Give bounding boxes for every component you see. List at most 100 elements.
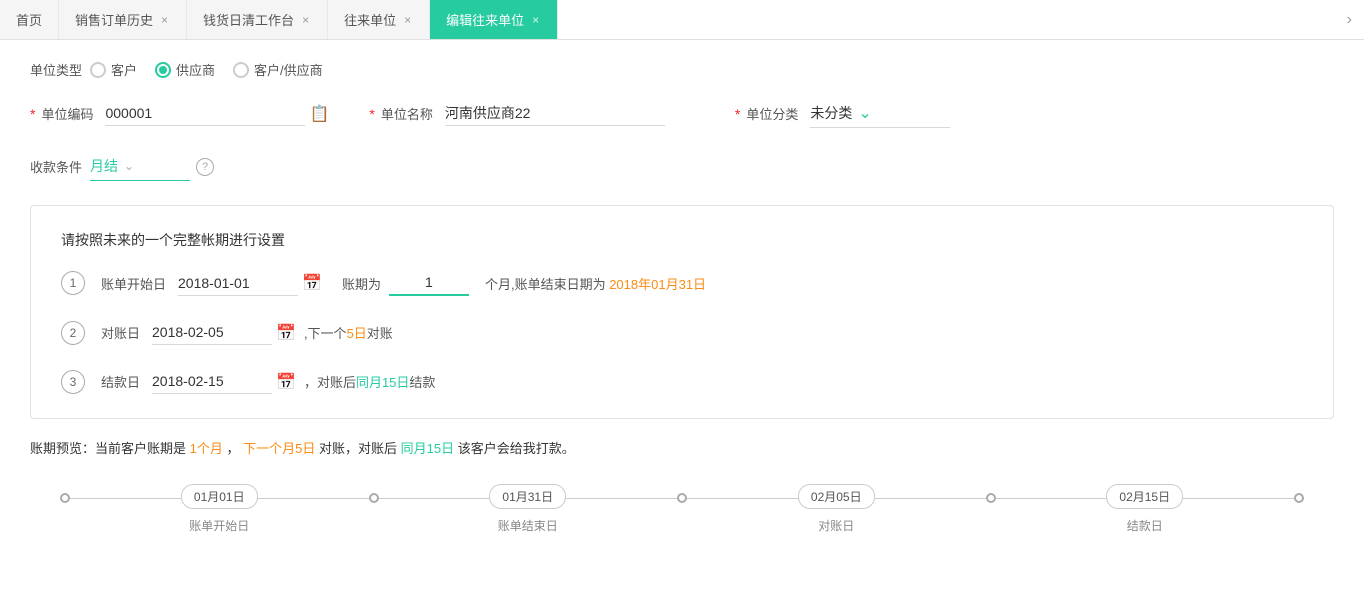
unit-type-radio-group: 客户 供应商 客户/供应商: [90, 60, 323, 79]
tab-close-icon[interactable]: ×: [300, 13, 311, 27]
timeline-segment-2: 01月31日 账单结束日: [379, 484, 678, 534]
period-num-2: 2: [61, 321, 85, 345]
tab-edit-partner[interactable]: 编辑往来单位 ×: [430, 0, 558, 40]
timeline-dot-4: [986, 493, 996, 503]
period-num-3: 3: [61, 370, 85, 394]
period-row-2: 2 对账日 📅 ,下一个5日对账: [61, 320, 1303, 345]
tab-home-label: 首页: [16, 10, 42, 29]
radio-circle-both: [233, 62, 249, 78]
timeline-container: 01月01日 账单开始日 01月31日 账单结束日: [30, 484, 1334, 534]
timeline-badge-2: 01月31日: [489, 484, 566, 509]
copy-icon[interactable]: 📋: [309, 104, 329, 124]
unit-code-input[interactable]: [105, 101, 305, 126]
period-month-input[interactable]: [389, 270, 469, 296]
unit-category-label: 单位分类: [746, 104, 798, 123]
payment-value: 月结: [90, 156, 118, 176]
period-num-1: 1: [61, 271, 85, 295]
required-mark: *: [30, 106, 35, 122]
tab-home[interactable]: 首页: [0, 0, 59, 40]
timeline-segment-4: 02月15日 结款日: [996, 484, 1295, 534]
unit-type-row: 单位类型 客户 供应商 客户/供应商: [30, 60, 1334, 79]
period-date-input-1[interactable]: [178, 271, 298, 296]
period-field-label-1: 账单开始日: [101, 274, 166, 293]
timeline-dot-1: [60, 493, 70, 503]
timeline-node-4: [986, 484, 996, 503]
period-date-input-2[interactable]: [152, 320, 272, 345]
radio-dot: [159, 66, 167, 74]
tab-close-icon[interactable]: ×: [402, 13, 413, 27]
timeline-segment-3: 02月05日 对账日: [687, 484, 986, 534]
unit-name-label: 单位名称: [381, 104, 433, 123]
timeline-dot-2: [369, 493, 379, 503]
timeline-label-3: 对账日: [818, 517, 854, 534]
dropdown-arrow-icon: ⌄: [858, 103, 871, 123]
radio-both[interactable]: 客户/供应商: [233, 60, 323, 79]
unit-category-group: * 单位分类 未分类 ⌄: [735, 99, 950, 128]
timeline-badge-1: 01月01日: [181, 484, 258, 509]
tab-cash-work[interactable]: 钱货日清工作台 ×: [187, 0, 328, 40]
unit-name-group: * 单位名称: [369, 101, 664, 126]
required-mark: *: [735, 106, 740, 122]
payment-select[interactable]: 月结 ⌄: [90, 152, 190, 181]
preview-text: 账期预览：当前客户账期是 1个月 ， 下一个月5日 对账，对账后 同月15日 该…: [30, 439, 1334, 460]
tabs-bar: 首页 销售订单历史 × 钱货日清工作台 × 往来单位 × 编辑往来单位 × ›: [0, 0, 1364, 40]
timeline-badge-node-2: 01月31日 账单结束日: [489, 484, 566, 534]
timeline-dot-3: [677, 493, 687, 503]
period-desc-2: ,下一个5日对账: [304, 323, 393, 342]
required-mark: *: [369, 106, 374, 122]
timeline-node-2: [369, 484, 379, 503]
tab-sales-history[interactable]: 销售订单历史 ×: [59, 0, 187, 40]
tab-label: 编辑往来单位: [446, 10, 524, 29]
period-date-input-3[interactable]: [152, 369, 272, 394]
select-arrow-icon: ⌄: [124, 159, 134, 173]
unit-category-dropdown[interactable]: 未分类 ⌄: [810, 99, 950, 128]
calendar-icon-1[interactable]: 📅: [302, 273, 322, 293]
calendar-icon-3[interactable]: 📅: [276, 372, 296, 392]
radio-label: 客户: [111, 60, 137, 79]
radio-circle-customer: [90, 62, 106, 78]
period-row-1: 1 账单开始日 📅 账期为 个月,账单结束日期为 2018年01月31日: [61, 270, 1303, 296]
unit-type-label: 单位类型: [30, 60, 82, 79]
period-date-group-2: 📅: [152, 320, 296, 345]
tab-label: 往来单位: [344, 10, 396, 29]
radio-supplier[interactable]: 供应商: [155, 60, 215, 79]
period-field-label-2: 对账日: [101, 323, 140, 342]
tab-label: 销售订单历史: [75, 10, 153, 29]
help-icon[interactable]: ?: [196, 158, 214, 176]
timeline-nodes: 01月01日 账单开始日 01月31日 账单结束日: [60, 484, 1304, 534]
timeline-badge-3: 02月05日: [798, 484, 875, 509]
tab-close-icon[interactable]: ×: [159, 13, 170, 27]
timeline-label-2: 账单结束日: [498, 517, 558, 534]
timeline-segment-1: 01月01日 账单开始日: [70, 484, 369, 534]
tab-label: 钱货日清工作台: [203, 10, 294, 29]
unit-code-label: 单位编码: [41, 104, 93, 123]
period-date-group-3: 📅: [152, 369, 296, 394]
page-content: 单位类型 客户 供应商 客户/供应商 * 单位编码 📋: [0, 40, 1364, 608]
unit-name-input[interactable]: [445, 101, 665, 126]
radio-circle-supplier: [155, 62, 171, 78]
period-box-title: 请按照未来的一个完整帐期进行设置: [61, 230, 1303, 250]
period-suffix-1: 个月,账单结束日期为 2018年01月31日: [485, 274, 706, 293]
timeline-badge-node-1: 01月01日 账单开始日: [181, 484, 258, 534]
timeline-badge-node-4: 02月15日 结款日: [1106, 484, 1183, 534]
timeline-label-4: 结款日: [1127, 517, 1163, 534]
radio-customer[interactable]: 客户: [90, 60, 137, 79]
calendar-icon-2[interactable]: 📅: [276, 323, 296, 343]
payment-row: 收款条件 月结 ⌄ ?: [30, 152, 1334, 181]
tabs-arrow-icon[interactable]: ›: [1335, 11, 1364, 29]
period-field-label-3: 结款日: [101, 372, 140, 391]
unit-code-group: * 单位编码 📋: [30, 101, 329, 126]
timeline-node-1: [60, 484, 70, 503]
unit-category-value: 未分类: [810, 103, 852, 123]
period-date-group-1: 📅: [178, 271, 322, 296]
period-mid-label: 账期为: [342, 274, 381, 293]
tab-partners[interactable]: 往来单位 ×: [328, 0, 430, 40]
timeline-end-dot: [1294, 484, 1304, 503]
tab-close-icon[interactable]: ×: [530, 13, 541, 27]
unit-info-row: * 单位编码 📋 * 单位名称 * 单位分类 未分类 ⌄: [30, 99, 1334, 128]
timeline-badge-4: 02月15日: [1106, 484, 1183, 509]
timeline-label-1: 账单开始日: [189, 517, 249, 534]
period-desc-3: ，对账后同月15日结款: [304, 372, 436, 391]
timeline-dot-end: [1294, 493, 1304, 503]
period-box: 请按照未来的一个完整帐期进行设置 1 账单开始日 📅 账期为 个月,账单结束日期…: [30, 205, 1334, 419]
